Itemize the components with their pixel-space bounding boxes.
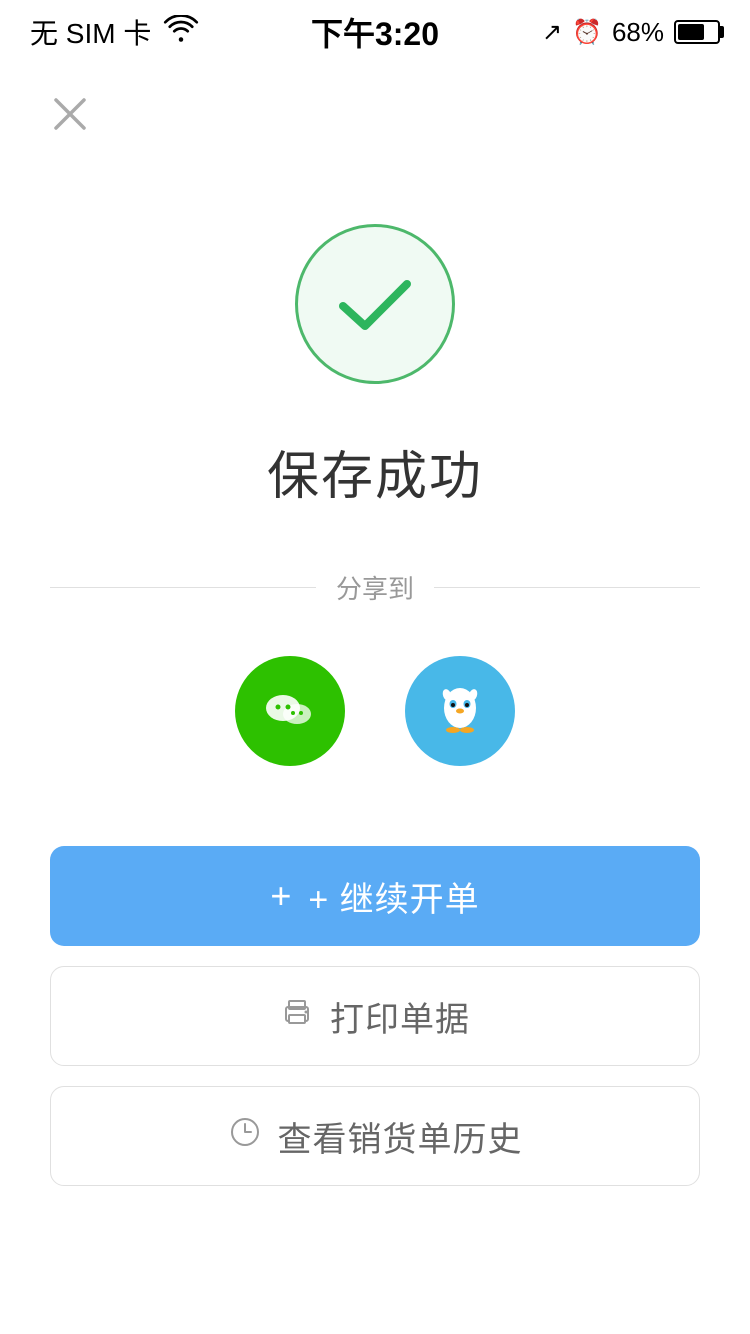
close-button[interactable] bbox=[40, 84, 100, 144]
divider-left bbox=[50, 587, 316, 588]
battery-fill bbox=[678, 24, 704, 40]
success-circle bbox=[295, 224, 455, 384]
success-icon-wrap bbox=[295, 224, 455, 384]
status-bar: 无 SIM 卡 下午3:20 ↗ ⏰ 68% bbox=[0, 0, 750, 64]
share-label: 分享到 bbox=[336, 569, 414, 606]
alarm-icon: ⏰ bbox=[572, 18, 602, 47]
wifi-icon bbox=[163, 15, 199, 50]
success-title: 保存成功 bbox=[267, 434, 483, 509]
divider-right bbox=[434, 587, 700, 588]
qq-share-button[interactable] bbox=[405, 656, 515, 766]
continue-icon: + bbox=[270, 875, 292, 917]
print-icon bbox=[280, 995, 314, 1038]
battery-icon bbox=[674, 20, 720, 44]
history-icon bbox=[228, 1115, 262, 1158]
main-content: 保存成功 分享到 bbox=[0, 164, 750, 1334]
location-icon: ↗ bbox=[542, 18, 562, 47]
status-left: 无 SIM 卡 bbox=[30, 12, 199, 52]
print-label: 打印单据 bbox=[330, 992, 470, 1041]
wechat-share-button[interactable] bbox=[235, 656, 345, 766]
action-buttons: + + 继续开单 打印单据 查看销货单历 bbox=[50, 846, 700, 1186]
status-right: ↗ ⏰ 68% bbox=[542, 17, 720, 48]
continue-button[interactable]: + + 继续开单 bbox=[50, 846, 700, 946]
checkmark-icon bbox=[335, 274, 415, 334]
continue-label: + 继续开单 bbox=[308, 872, 479, 921]
history-button[interactable]: 查看销货单历史 bbox=[50, 1086, 700, 1186]
share-divider: 分享到 bbox=[50, 569, 700, 606]
print-button[interactable]: 打印单据 bbox=[50, 966, 700, 1066]
share-icons bbox=[235, 656, 515, 766]
status-time: 下午3:20 bbox=[311, 9, 439, 55]
qq-icon bbox=[429, 678, 491, 744]
history-label: 查看销货单历史 bbox=[278, 1112, 523, 1161]
wechat-icon bbox=[259, 680, 321, 742]
carrier-label: 无 SIM 卡 bbox=[30, 12, 151, 52]
battery-percent: 68% bbox=[612, 17, 664, 48]
